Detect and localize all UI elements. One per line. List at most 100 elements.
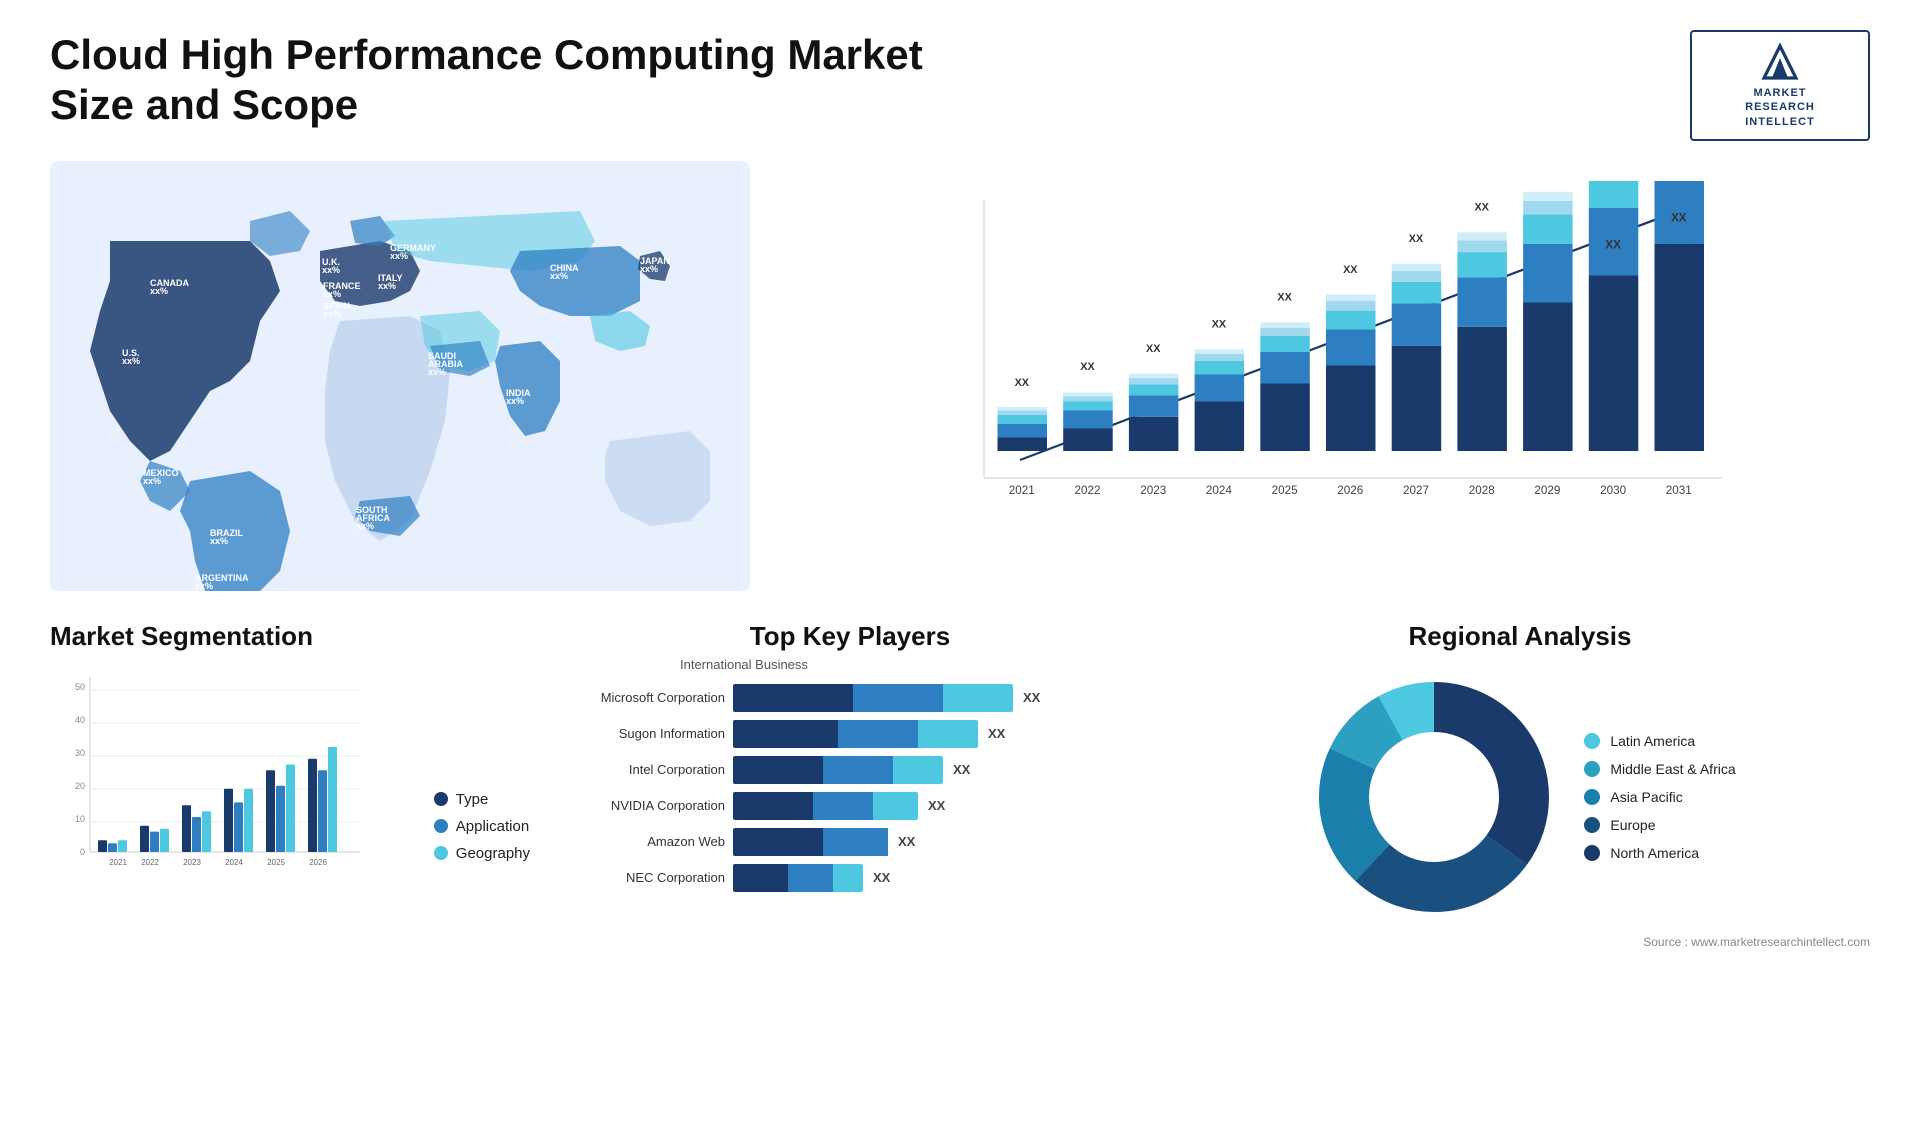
svg-text:50: 50 <box>75 682 85 692</box>
player-row-sugon: Sugon Information XX <box>550 720 1150 748</box>
page-title: Cloud High Performance Computing Market … <box>50 30 950 131</box>
svg-text:2028: 2028 <box>1469 484 1495 497</box>
player-bar-seg2-nvidia <box>813 792 873 820</box>
player-bar-segments-nec <box>733 864 863 892</box>
world-map: CANADA xx% U.S. xx% MEXICO xx% BRAZIL xx… <box>50 161 750 591</box>
player-bar-seg3-nvidia <box>873 792 918 820</box>
player-bar-seg3-microsoft <box>943 684 1013 712</box>
svg-text:2025: 2025 <box>1272 484 1299 497</box>
legend-label-asia-pacific: Asia Pacific <box>1610 789 1682 805</box>
svg-text:xx%: xx% <box>150 286 168 296</box>
legend-label-type: Type <box>456 791 489 808</box>
player-bar-seg2-amazon <box>823 828 888 856</box>
logo-icon <box>1755 42 1805 82</box>
svg-text:2026: 2026 <box>309 858 327 867</box>
map-svg: CANADA xx% U.S. xx% MEXICO xx% BRAZIL xx… <box>50 161 750 591</box>
player-bar-seg2-sugon <box>838 720 918 748</box>
svg-text:xx%: xx% <box>323 309 341 319</box>
bottom-section: Market Segmentation 0 10 20 30 40 50 60 <box>50 621 1870 949</box>
segmentation-content: 0 10 20 30 40 50 60 <box>50 667 530 902</box>
svg-text:0: 0 <box>80 847 85 857</box>
legend-application: Application <box>434 818 530 835</box>
svg-text:XX: XX <box>1605 238 1621 251</box>
legend-asia-pacific: Asia Pacific <box>1584 789 1735 805</box>
players-subtitle: International Business <box>550 657 1150 672</box>
svg-text:XX: XX <box>1475 202 1490 214</box>
legend-dot-latin-america <box>1584 733 1600 749</box>
svg-text:2030: 2030 <box>1600 484 1627 497</box>
svg-text:10: 10 <box>75 814 85 824</box>
segmentation-title: Market Segmentation <box>50 621 530 652</box>
svg-text:xx%: xx% <box>195 581 213 591</box>
player-xx-nec: XX <box>873 870 890 885</box>
svg-text:XX: XX <box>1671 211 1687 224</box>
player-bar-sugon: XX <box>733 720 1150 748</box>
player-xx-microsoft: XX <box>1023 690 1040 705</box>
player-row-nvidia: NVIDIA Corporation XX <box>550 792 1150 820</box>
svg-text:XX: XX <box>1277 292 1292 304</box>
svg-text:40: 40 <box>75 715 85 725</box>
legend-dot-asia-pacific <box>1584 789 1600 805</box>
logo-text: MARKET RESEARCH INTELLECT <box>1745 86 1815 129</box>
player-bar-seg3-intel <box>893 756 943 784</box>
player-bar-segments-amazon <box>733 828 888 856</box>
svg-text:xx%: xx% <box>143 476 161 486</box>
legend-label-europe: Europe <box>1610 817 1655 833</box>
players-title: Top Key Players <box>550 621 1150 652</box>
player-bar-seg3-nec <box>833 864 863 892</box>
seg-chart-svg: 0 10 20 30 40 50 60 <box>50 667 370 897</box>
svg-text:2021: 2021 <box>1009 484 1035 497</box>
player-bar-seg1-nec <box>733 864 788 892</box>
player-name-sugon: Sugon Information <box>550 726 725 741</box>
players-section: Top Key Players International Business M… <box>550 621 1150 949</box>
bar-chart-container: XX XX XX XX <box>780 161 1870 591</box>
segmentation-section: Market Segmentation 0 10 20 30 40 50 60 <box>50 621 530 949</box>
legend-label-north-america: North America <box>1610 845 1699 861</box>
legend-dot-geography <box>434 846 448 860</box>
player-bar-segments-intel <box>733 756 943 784</box>
player-bar-nec: XX <box>733 864 1150 892</box>
player-bar-seg1-intel <box>733 756 823 784</box>
player-bar-segments-sugon <box>733 720 978 748</box>
player-row-amazon: Amazon Web XX <box>550 828 1150 856</box>
legend-label-middle-east-africa: Middle East & Africa <box>1610 761 1735 777</box>
svg-text:XX: XX <box>1015 377 1030 389</box>
player-xx-sugon: XX <box>988 726 1005 741</box>
legend-dot-application <box>434 819 448 833</box>
player-bar-seg1-amazon <box>733 828 823 856</box>
svg-text:xx%: xx% <box>428 367 446 377</box>
svg-text:2024: 2024 <box>1206 484 1233 497</box>
player-xx-amazon: XX <box>898 834 915 849</box>
svg-text:2023: 2023 <box>1140 484 1166 497</box>
svg-text:2021: 2021 <box>109 858 127 867</box>
player-bar-seg1-microsoft <box>733 684 853 712</box>
legend-middle-east-africa: Middle East & Africa <box>1584 761 1735 777</box>
svg-text:xx%: xx% <box>356 521 374 531</box>
donut-chart <box>1304 667 1564 927</box>
player-name-microsoft: Microsoft Corporation <box>550 690 725 705</box>
legend-latin-america: Latin America <box>1584 733 1735 749</box>
svg-text:xx%: xx% <box>390 251 408 261</box>
page-header: Cloud High Performance Computing Market … <box>50 30 1870 141</box>
player-bar-segments-nvidia <box>733 792 918 820</box>
svg-text:xx%: xx% <box>640 264 658 274</box>
svg-text:XX: XX <box>1212 319 1227 331</box>
player-bar-segments-microsoft <box>733 684 1013 712</box>
svg-text:XX: XX <box>1409 233 1424 245</box>
svg-text:xx%: xx% <box>506 396 524 406</box>
svg-text:2029: 2029 <box>1534 484 1560 497</box>
svg-text:xx%: xx% <box>550 271 568 281</box>
player-row-intel: Intel Corporation XX <box>550 756 1150 784</box>
legend-type: Type <box>434 791 530 808</box>
svg-text:2025: 2025 <box>267 858 285 867</box>
player-name-intel: Intel Corporation <box>550 762 725 777</box>
svg-text:xx%: xx% <box>122 356 140 366</box>
player-xx-intel: XX <box>953 762 970 777</box>
bar-chart-svg: XX XX XX XX <box>830 181 1840 541</box>
svg-text:2024: 2024 <box>225 858 243 867</box>
player-row-microsoft: Microsoft Corporation XX <box>550 684 1150 712</box>
legend-label-latin-america: Latin America <box>1610 733 1695 749</box>
svg-text:2031: 2031 <box>1666 484 1692 497</box>
player-bar-seg1-nvidia <box>733 792 813 820</box>
player-bar-seg2-microsoft <box>853 684 943 712</box>
